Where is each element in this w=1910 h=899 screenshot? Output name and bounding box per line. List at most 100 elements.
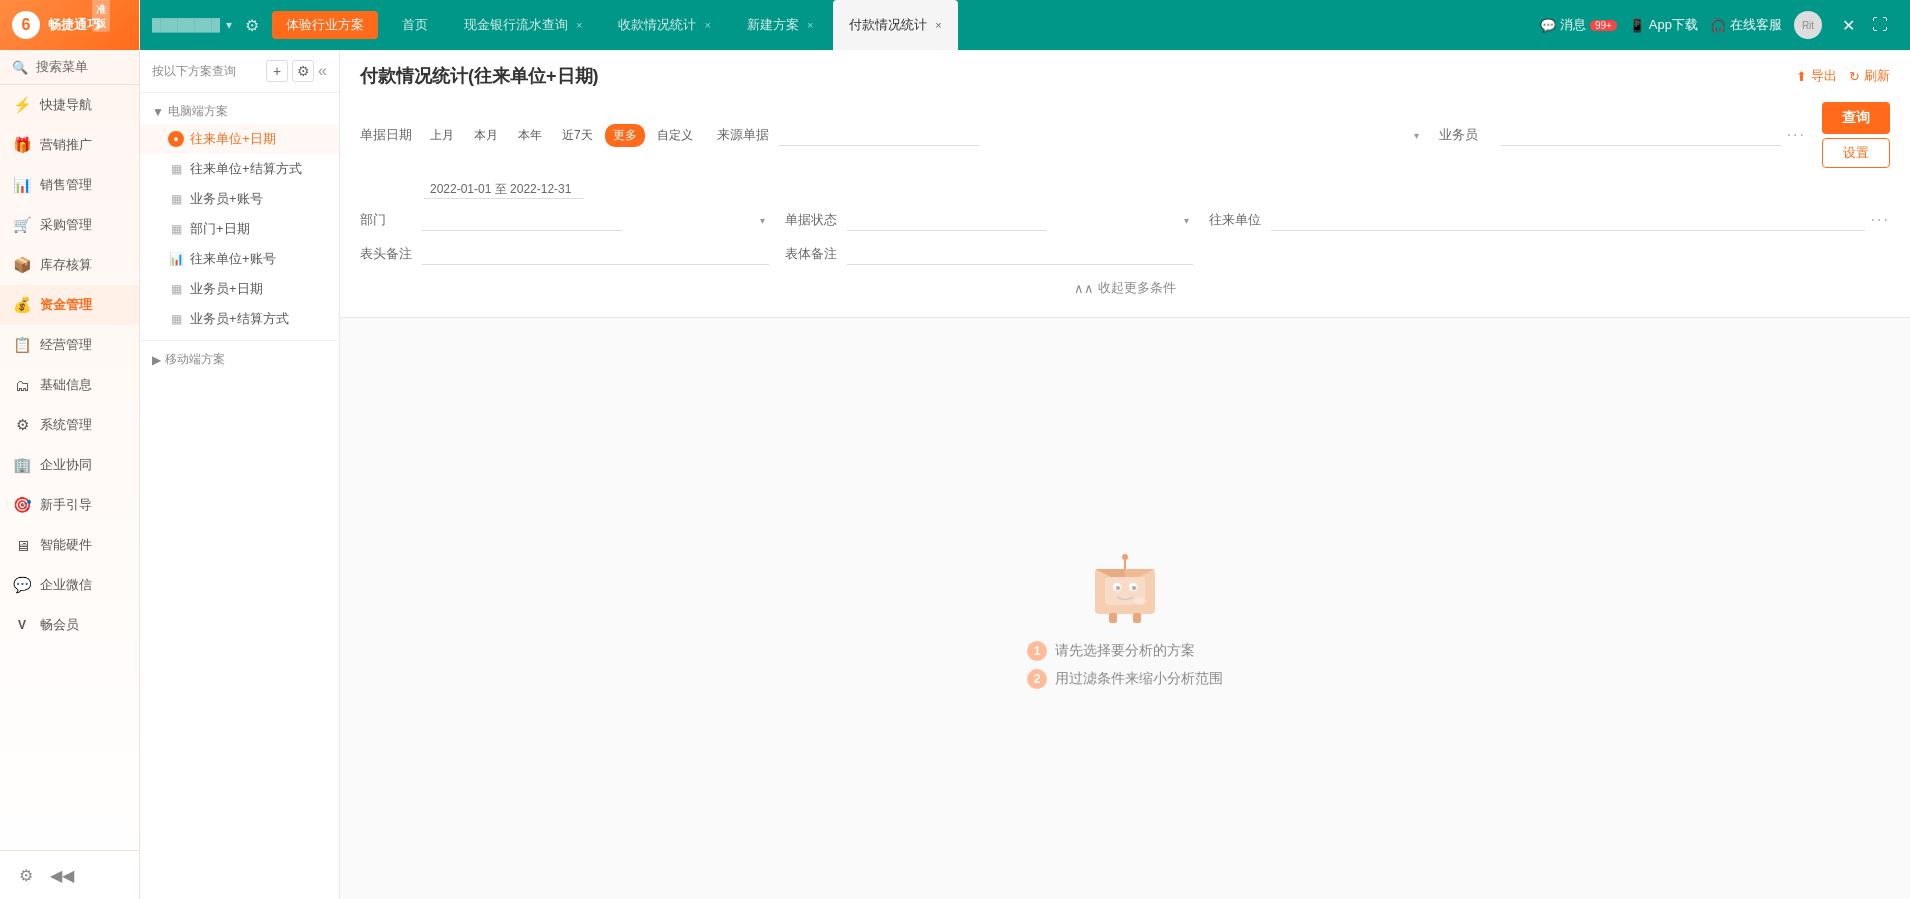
sidebar-label: 系统管理 [40,416,92,434]
partner-label: 往来单位 [1209,211,1265,229]
scheme-staff-account[interactable]: ▦ 业务员+账号 [140,184,339,214]
sidebar-label: 营销推广 [40,136,92,154]
date-this-month[interactable]: 本月 [466,124,506,147]
staff-more-icon[interactable]: ··· [1787,126,1806,144]
empty-hints: 1 请先选择要分析的方案 2 用过滤条件来缩小分析范围 [1027,641,1223,689]
scheme-staff-settle[interactable]: ▦ 业务员+结算方式 [140,304,339,334]
tab-payment-label: 付款情况统计 [849,16,927,34]
tab-bank-flow-close[interactable]: × [576,19,582,31]
right-panel: 付款情况统计(往来单位+日期) ⬆ 导出 ↻ 刷新 [340,50,1910,899]
desktop-group-arrow: ▼ [152,105,164,119]
footer-settings-icon[interactable]: ⚙ [12,861,40,889]
partner-input[interactable] [1271,209,1865,231]
dropdown-icon[interactable]: ▾ [226,18,232,32]
tab-collection-stats[interactable]: 收款情况统计 × [602,0,726,50]
panel-collapse-btn[interactable]: « [318,62,327,80]
sidebar-item-wechat[interactable]: 💬 企业微信 [0,565,139,605]
filter-row-3: 表头备注 表体备注 [360,243,1890,265]
scheme-settings-btn[interactable]: ⚙ [292,60,314,82]
mobile-group-title[interactable]: ▶ 移动端方案 [140,347,339,372]
dept-select[interactable] [422,209,622,231]
tab-home[interactable]: 首页 [386,0,444,50]
settings-btn[interactable]: 设置 [1822,138,1890,168]
sidebar-item-system[interactable]: ⚙ 系统管理 [0,405,139,445]
tab-new-scheme-close[interactable]: × [807,19,813,31]
scheme-partner-settle[interactable]: ▦ 往来单位+结算方式 [140,154,339,184]
source-doc-chevron: ▾ [1414,130,1419,141]
tab-payment-stats[interactable]: 付款情况统计 × [833,0,957,50]
industry-btn[interactable]: 体验行业方案 [272,11,378,39]
window-controls: ✕ ⛶ [1834,11,1894,39]
sidebar-item-enterprise[interactable]: 🏢 企业协同 [0,445,139,485]
enterprise-icon: 🏢 [12,455,32,475]
add-scheme-btn[interactable]: + [266,60,288,82]
date-more-btn[interactable]: 更多 [605,124,645,147]
footer-collapse-icon[interactable]: ◀◀ [48,861,76,889]
partner-more-icon[interactable]: ··· [1871,211,1890,229]
sidebar-item-guide[interactable]: 🎯 新手引导 [0,485,139,525]
scheme-partner-date[interactable]: ● 往来单位+日期 [140,124,339,154]
sidebar-item-inventory[interactable]: 📦 库存核算 [0,245,139,285]
staff-label: 业务员 [1439,126,1495,144]
collapse-up-icon: ∧∧ [1074,281,1094,296]
scheme-icon: ▦ [168,311,184,327]
scheme-label: 业务员+账号 [190,190,263,208]
scheme-staff-date[interactable]: ▦ 业务员+日期 [140,274,339,304]
empty-illustration [1065,529,1185,629]
close-window-btn[interactable]: ✕ [1834,11,1862,39]
left-panel: 按以下方案查询 + ⚙ « ▼ 电脑端方案 ● 往来单位+日期 [140,50,340,899]
date-custom[interactable]: 自定义 [649,124,701,147]
collapse-more-btn[interactable]: ∧∧ 收起更多条件 [1068,273,1182,303]
date-range-input[interactable]: 2022-01-01 至 2022-12-31 [424,180,584,199]
scheme-label: 部门+日期 [190,220,250,238]
sidebar-label: 智能硬件 [40,536,92,554]
sidebar-item-vip[interactable]: V 畅会员 [0,605,139,645]
note-header-input[interactable] [422,243,769,265]
scheme-label: 业务员+日期 [190,280,263,298]
sidebar-item-quick-nav[interactable]: ⚡ 快捷导航 [0,85,139,125]
app-download-btn[interactable]: 📱 App下载 [1629,16,1698,34]
sidebar-header: 6 畅捷通巧 标准版 [0,0,139,50]
desktop-scheme-group: ▼ 电脑端方案 ● 往来单位+日期 ▦ 往来单位+结算方式 ▦ 业务员+账号 ▦ [140,93,339,340]
online-support-btn[interactable]: 🎧 在线客服 [1710,16,1782,34]
note-body-input[interactable] [847,243,1194,265]
sidebar-item-operations[interactable]: 📋 经营管理 [0,325,139,365]
source-doc-select[interactable] [779,124,979,146]
export-btn[interactable]: ⬆ 导出 [1796,67,1837,85]
export-icon: ⬆ [1796,69,1807,84]
sidebar-item-basic-info[interactable]: 🗂 基础信息 [0,365,139,405]
sidebar-label: 基础信息 [40,376,92,394]
logo-icon: 6 [12,11,40,39]
sidebar-item-smart-hw[interactable]: 🖥 智能硬件 [0,525,139,565]
staff-input[interactable] [1501,124,1781,146]
doc-status-select[interactable] [847,209,1047,231]
sidebar-item-purchase[interactable]: 🛒 采购管理 [0,205,139,245]
sidebar-item-sales[interactable]: 📊 销售管理 [0,165,139,205]
filter-row-1: 单据日期 上月 本月 本年 近7天 更多 自定义 来源单据 [360,102,1890,168]
query-btn[interactable]: 查询 [1822,102,1890,134]
date-last-7[interactable]: 近7天 [554,124,601,147]
scheme-dept-date[interactable]: ▦ 部门+日期 [140,214,339,244]
refresh-label: 刷新 [1864,67,1890,85]
main-area: ████████ ▾ ⚙ 体验行业方案 首页 现金银行流水查询 × 收款情况统计… [140,0,1910,899]
page-title: 付款情况统计(往来单位+日期) [360,64,599,88]
date-last-month[interactable]: 上月 [422,124,462,147]
sidebar-item-finance[interactable]: 💰 资金管理 [0,285,139,325]
note-body-label: 表体备注 [785,245,841,263]
refresh-btn[interactable]: ↻ 刷新 [1849,67,1890,85]
tab-collection-close[interactable]: × [704,19,710,31]
tab-new-scheme[interactable]: 新建方案 × [731,0,829,50]
date-this-year[interactable]: 本年 [510,124,550,147]
desktop-group-title[interactable]: ▼ 电脑端方案 [140,99,339,124]
user-avatar[interactable]: Rit [1794,11,1822,39]
tab-bank-flow[interactable]: 现金银行流水查询 × [448,0,598,50]
message-btn[interactable]: 💬 消息 99+ [1540,16,1617,34]
topbar-settings-icon[interactable]: ⚙ [238,11,266,39]
sidebar-item-marketing[interactable]: 🎁 营销推广 [0,125,139,165]
collapse-label: 收起更多条件 [1098,279,1176,297]
maximize-window-btn[interactable]: ⛶ [1866,11,1894,39]
scheme-partner-account[interactable]: 📊 往来单位+账号 [140,244,339,274]
operations-icon: 📋 [12,335,32,355]
sidebar-search[interactable]: 🔍 搜索菜单 [0,50,139,85]
tab-payment-close[interactable]: × [935,19,941,31]
